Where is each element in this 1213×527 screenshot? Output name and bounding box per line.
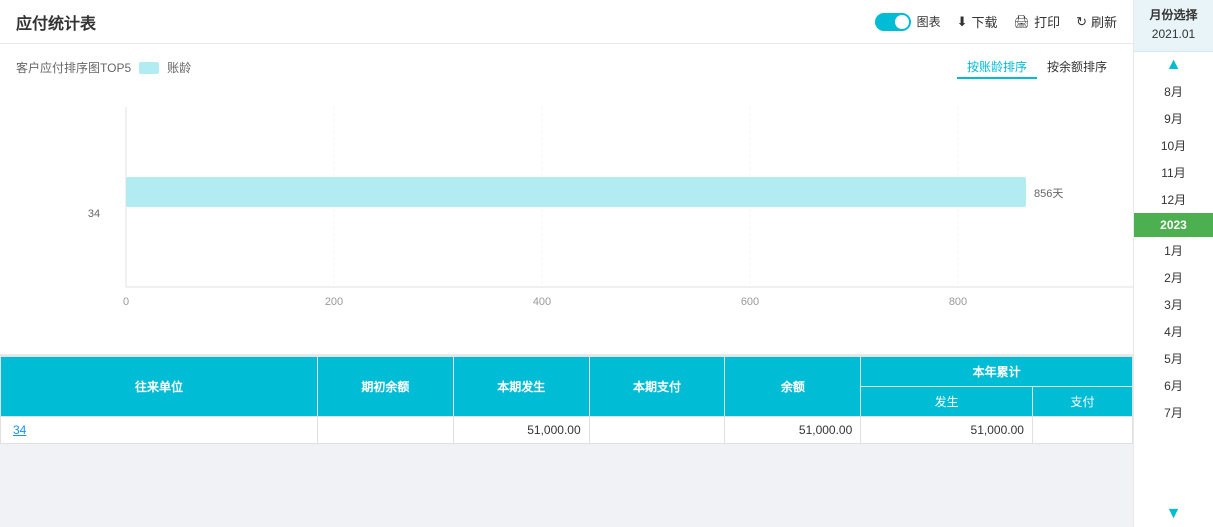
col-opening: 期初余额 [317,357,453,417]
chart-area: 客户应付排序图TOP5 账龄 按账龄排序 按余额排序 34 [0,44,1133,354]
download-button[interactable]: ⬇ 下载 [957,12,998,31]
col-ytd-pay: 支付 [1032,387,1132,417]
header-actions: 图表 ⬇ 下载 🖨 打印 ↻ 刷新 [875,12,1117,31]
bar-chart: 34 856天 0 200 400 600 800 1 [16,87,1117,342]
svg-text:600: 600 [741,296,759,308]
month-item-8[interactable]: 8月 [1134,78,1213,105]
table-wrap: 往来单位 期初余额 本期发生 本期支付 余额 本年累计 发生 支付 34 51,… [0,354,1133,444]
refresh-button[interactable]: ↻ 刷新 [1076,12,1117,31]
col-unit: 往来单位 [1,357,318,417]
sort-by-amount-button[interactable]: 按余额排序 [1037,56,1117,79]
print-label: 打印 [1034,12,1060,31]
month-item-year-2023[interactable]: 2023 [1134,213,1213,237]
header: 应付统计表 图表 ⬇ 下载 🖨 打印 ↻ 刷新 [0,0,1133,44]
scroll-up-button[interactable]: ▲ [1134,52,1213,78]
scroll-down-button[interactable]: ▼ [1134,501,1213,527]
col-current-pay: 本期支付 [589,357,725,417]
month-item-12[interactable]: 12月 [1134,186,1213,213]
col-ytd: 本年累计 [861,357,1133,387]
month-item-4[interactable]: 4月 [1134,318,1213,345]
svg-text:400: 400 [533,296,551,308]
svg-text:200: 200 [325,296,343,308]
chart-svg: 34 856天 0 200 400 600 800 1 [76,97,1077,312]
cell-ytd-occur: 51,000.00 [861,417,1033,444]
cell-ytd-pay [1032,417,1132,444]
col-balance: 余额 [725,357,861,417]
legend-box-label: 账龄 [167,59,191,76]
legend-text: 客户应付排序图TOP5 [16,59,131,76]
month-list: 8月 9月 10月 11月 12月 2023 1月 2月 3月 4月 5月 6月… [1134,78,1213,501]
cell-unit[interactable]: 34 [1,417,318,444]
table-body: 34 51,000.00 51,000.00 51,000.00 [1,417,1133,444]
legend-box [139,62,159,74]
col-current-occur: 本期发生 [453,357,589,417]
chart-toggle[interactable] [875,13,911,31]
download-label: 下载 [972,12,998,31]
table-row: 34 51,000.00 51,000.00 51,000.00 [1,417,1133,444]
bar-end-label: 856天 [1034,188,1063,200]
cell-current-pay [589,417,725,444]
month-item-10[interactable]: 10月 [1134,132,1213,159]
main-content: 应付统计表 图表 ⬇ 下载 🖨 打印 ↻ 刷新 客户应付排序图TOP5 [0,0,1133,527]
year-input[interactable] [1142,23,1205,45]
chart-toggle-wrap: 图表 [875,13,941,31]
sidebar: 月份选择 ▲ 8月 9月 10月 11月 12月 2023 1月 2月 3月 4… [1133,0,1213,527]
bar-y-label: 34 [88,208,100,220]
refresh-icon: ↻ [1076,14,1087,30]
sidebar-header: 月份选择 [1134,0,1213,52]
page-title: 应付统计表 [16,10,96,34]
data-table: 往来单位 期初余额 本期发生 本期支付 余额 本年累计 发生 支付 34 51,… [0,356,1133,444]
table-header-main: 往来单位 期初余额 本期发生 本期支付 余额 本年累计 [1,357,1133,387]
month-item-1[interactable]: 1月 [1134,237,1213,264]
chart-bar [126,177,1026,207]
svg-text:800: 800 [949,296,967,308]
refresh-label: 刷新 [1091,12,1117,31]
print-button[interactable]: 🖨 打印 [1014,12,1061,31]
toggle-label: 图表 [917,13,941,30]
month-item-6[interactable]: 6月 [1134,372,1213,399]
month-item-9[interactable]: 9月 [1134,105,1213,132]
month-item-2[interactable]: 2月 [1134,264,1213,291]
col-ytd-occur: 发生 [861,387,1033,417]
svg-text:0: 0 [123,296,129,308]
chart-sort-buttons: 按账龄排序 按余额排序 [957,56,1117,79]
chart-header: 客户应付排序图TOP5 账龄 按账龄排序 按余额排序 [16,56,1117,79]
month-item-7[interactable]: 7月 [1134,399,1213,426]
cell-current-occur: 51,000.00 [453,417,589,444]
download-icon: ⬇ [957,14,968,30]
sidebar-header-label: 月份选择 [1142,6,1205,23]
cell-opening [317,417,453,444]
sort-by-balance-button[interactable]: 按账龄排序 [957,56,1037,79]
month-item-11[interactable]: 11月 [1134,159,1213,186]
month-item-5[interactable]: 5月 [1134,345,1213,372]
chart-legend: 客户应付排序图TOP5 账龄 [16,59,191,76]
print-icon: 🖨 [1014,14,1031,30]
month-item-3[interactable]: 3月 [1134,291,1213,318]
cell-balance: 51,000.00 [725,417,861,444]
